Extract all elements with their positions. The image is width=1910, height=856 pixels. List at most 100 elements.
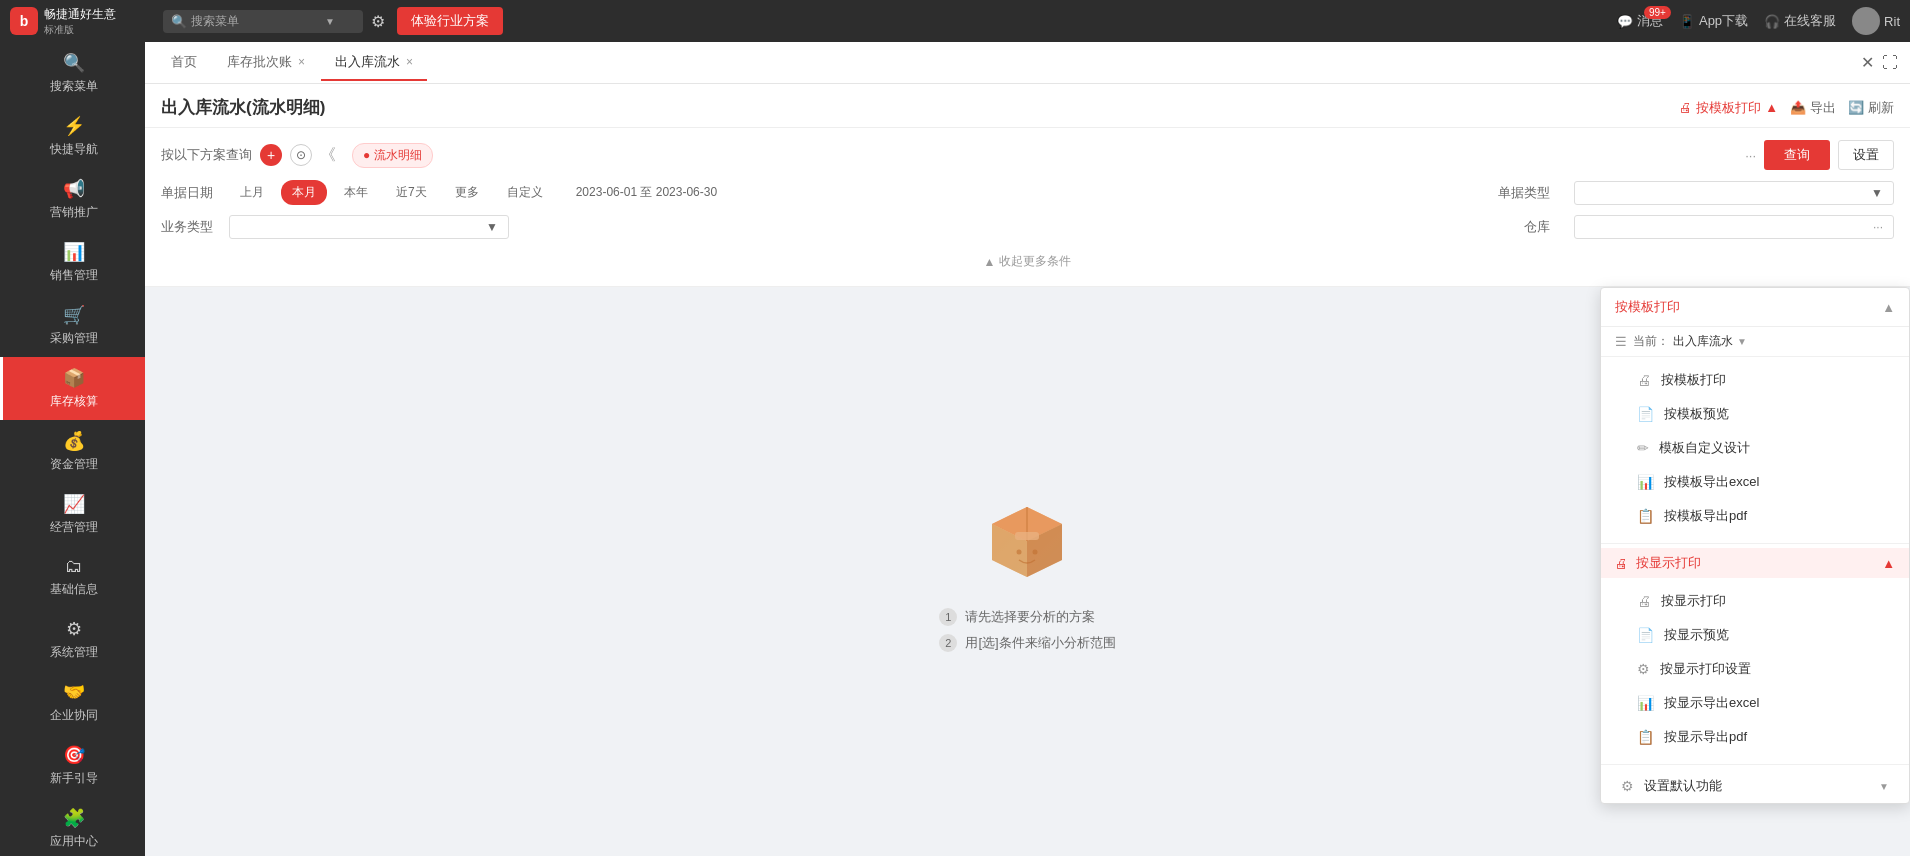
search-dropdown-arrow: ▼ xyxy=(325,16,335,27)
tab-in-out-flow[interactable]: 出入库流水 × xyxy=(321,45,427,81)
template-export-pdf-label: 按模板导出pdf xyxy=(1664,507,1747,525)
set-default-item[interactable]: ⚙ 设置默认功能 ▼ xyxy=(1601,769,1909,803)
empty-state-icon xyxy=(977,492,1077,592)
app-download-button[interactable]: 📱 App下载 xyxy=(1679,12,1748,30)
filter-actions: 按以下方案查询 + ⊙ 《 xyxy=(161,144,336,166)
tab-in-out-flow-close[interactable]: × xyxy=(406,55,413,69)
tab-batch-account-label: 库存批次账 xyxy=(227,53,292,71)
business-type-arrow: ▼ xyxy=(486,220,498,234)
tab-batch-account-close[interactable]: × xyxy=(298,55,305,69)
warehouse-more-icon[interactable]: ··· xyxy=(1873,220,1883,234)
sidebar-item-marketing-label: 营销推广 xyxy=(50,204,98,221)
sidebar-item-guide[interactable]: 🎯 新手引导 xyxy=(0,734,145,797)
message-button[interactable]: 💬 消息 99+ xyxy=(1617,12,1663,30)
export-icon: 📤 xyxy=(1790,100,1806,115)
top-search-input[interactable] xyxy=(191,14,321,28)
print-template-button[interactable]: 🖨 按模板打印 ▲ xyxy=(1679,99,1778,117)
sidebar-item-enterprise[interactable]: 🤝 企业协同 xyxy=(0,671,145,734)
filter-row-2: 单据日期 上月 本月 本年 近7天 更多 自定义 2023-06-01 至 20… xyxy=(161,180,1894,205)
scheme-settings-button[interactable]: ⊙ xyxy=(290,144,312,166)
tip-num-1: 1 xyxy=(939,608,957,626)
template-print-item[interactable]: 🖨 按模板打印 xyxy=(1601,363,1909,397)
query-button[interactable]: 查询 xyxy=(1764,140,1830,170)
sidebar-item-appstore-label: 应用中心 xyxy=(50,833,98,850)
display-section-collapse[interactable]: ▲ xyxy=(1882,556,1895,571)
display-print-item[interactable]: 🖨 按显示打印 xyxy=(1601,584,1909,618)
date-tag-group: 上月 本月 本年 近7天 更多 自定义 xyxy=(229,180,554,205)
display-preview-icon: 📄 xyxy=(1637,627,1654,643)
sidebar-item-inventory[interactable]: 📦 库存核算 xyxy=(0,357,145,420)
display-settings-icon: ⚙ xyxy=(1637,661,1650,677)
sidebar-item-purchase[interactable]: 🛒 采购管理 xyxy=(0,294,145,357)
sidebar-item-purchase-label: 采购管理 xyxy=(50,330,98,347)
inventory-icon: 📦 xyxy=(63,367,85,389)
display-preview-item[interactable]: 📄 按显示预览 xyxy=(1601,618,1909,652)
template-custom-item[interactable]: ✏ 模板自定义设计 xyxy=(1601,431,1909,465)
type-select[interactable]: ▼ xyxy=(1574,181,1894,205)
date-tag-7days[interactable]: 近7天 xyxy=(385,180,438,205)
display-excel-icon: 📊 xyxy=(1637,695,1654,711)
template-preview-icon: 📄 xyxy=(1637,406,1654,422)
sidebar-item-system-label: 系统管理 xyxy=(50,644,98,661)
online-service-button[interactable]: 🎧 在线客服 xyxy=(1764,12,1836,30)
display-export-pdf-item[interactable]: 📋 按显示导出pdf xyxy=(1601,720,1909,754)
template-export-excel-label: 按模板导出excel xyxy=(1664,473,1759,491)
scheme-tag[interactable]: ● 流水明细 xyxy=(352,143,433,168)
sidebar-item-marketing[interactable]: 📢 营销推广 xyxy=(0,168,145,231)
display-print-settings-item[interactable]: ⚙ 按显示打印设置 xyxy=(1601,652,1909,686)
business-type-select[interactable]: ▼ xyxy=(229,215,509,239)
user-area[interactable]: Rit xyxy=(1852,7,1900,35)
sidebar-item-search[interactable]: 🔍 搜索菜单 xyxy=(0,42,145,105)
date-tag-more[interactable]: 更多 xyxy=(444,180,490,205)
display-section-header[interactable]: 🖨 按显示打印 ▲ xyxy=(1601,548,1909,578)
warehouse-select[interactable]: ··· xyxy=(1574,215,1894,239)
sidebar-item-basic[interactable]: 🗂 基础信息 xyxy=(0,546,145,608)
tab-batch-account[interactable]: 库存批次账 × xyxy=(213,45,319,81)
tab-home-label: 首页 xyxy=(171,53,197,71)
display-export-excel-item[interactable]: 📊 按显示导出excel xyxy=(1601,686,1909,720)
settings-button[interactable]: 设置 xyxy=(1838,140,1894,170)
topbar-gear-icon[interactable]: ⚙ xyxy=(371,12,385,31)
more-options-icon[interactable]: ··· xyxy=(1745,148,1756,163)
sidebar-item-basic-label: 基础信息 xyxy=(50,581,98,598)
empty-tip-1: 1 请先选择要分析的方案 xyxy=(939,608,1115,626)
template-export-pdf-item[interactable]: 📋 按模板导出pdf xyxy=(1601,499,1909,533)
template-export-excel-item[interactable]: 📊 按模板导出excel xyxy=(1601,465,1909,499)
date-tag-this-month[interactable]: 本月 xyxy=(281,180,327,205)
page-header: 出入库流水(流水明细) 🖨 按模板打印 ▲ 📤 导出 🔄 刷新 xyxy=(145,84,1910,128)
tab-home[interactable]: 首页 xyxy=(157,45,211,81)
tabs-right-actions: ✕ ⛶ xyxy=(1861,53,1898,72)
add-scheme-button[interactable]: + xyxy=(260,144,282,166)
collapse-more-bar[interactable]: ▲ 收起更多条件 xyxy=(161,249,1894,274)
print-label: 按模板打印 xyxy=(1696,99,1761,117)
empty-tip-2: 2 用[选]条件来缩小分析范围 xyxy=(939,634,1115,652)
sidebar-item-finance[interactable]: 💰 资金管理 xyxy=(0,420,145,483)
date-tag-this-year[interactable]: 本年 xyxy=(333,180,379,205)
online-service-label: 在线客服 xyxy=(1784,12,1836,30)
refresh-button[interactable]: 🔄 刷新 xyxy=(1848,99,1894,117)
template-preview-item[interactable]: 📄 按模板预览 xyxy=(1601,397,1909,431)
version-label: 标准版 xyxy=(44,23,116,37)
message-badge: 99+ xyxy=(1644,6,1671,19)
dropdown-collapse-arrow[interactable]: ▲ xyxy=(1882,300,1895,315)
expand-page-button[interactable]: ⛶ xyxy=(1882,54,1898,72)
top-search-bar[interactable]: 🔍 ▼ xyxy=(163,10,363,33)
sidebar-item-sales[interactable]: 📊 销售管理 xyxy=(0,231,145,294)
print-dropdown-panel: 按模板打印 ▲ ☰ 当前： 出入库流水 ▼ 🖨 按模板打印 xyxy=(1600,287,1910,804)
date-tag-custom[interactable]: 自定义 xyxy=(496,180,554,205)
sidebar-item-quick-nav[interactable]: ⚡ 快捷导航 xyxy=(0,105,145,168)
date-tag-last-month[interactable]: 上月 xyxy=(229,180,275,205)
svg-point-7 xyxy=(1033,549,1038,554)
sidebar-item-appstore[interactable]: 🧩 应用中心 xyxy=(0,797,145,856)
filter-collapse-button[interactable]: 《 xyxy=(320,145,336,166)
set-default-icon: ⚙ xyxy=(1621,778,1634,794)
main-content: 1 请先选择要分析的方案 2 用[选]条件来缩小分析范围 按模板打印 ▲ xyxy=(145,287,1910,856)
sidebar-item-system[interactable]: ⚙ 系统管理 xyxy=(0,608,145,671)
display-print-settings-label: 按显示打印设置 xyxy=(1660,660,1751,678)
export-button[interactable]: 📤 导出 xyxy=(1790,99,1836,117)
display-export-pdf-label: 按显示导出pdf xyxy=(1664,728,1747,746)
trial-button[interactable]: 体验行业方案 xyxy=(397,7,503,35)
close-page-button[interactable]: ✕ xyxy=(1861,53,1874,72)
sidebar-item-operations[interactable]: 📈 经营管理 xyxy=(0,483,145,546)
operations-icon: 📈 xyxy=(63,493,85,515)
